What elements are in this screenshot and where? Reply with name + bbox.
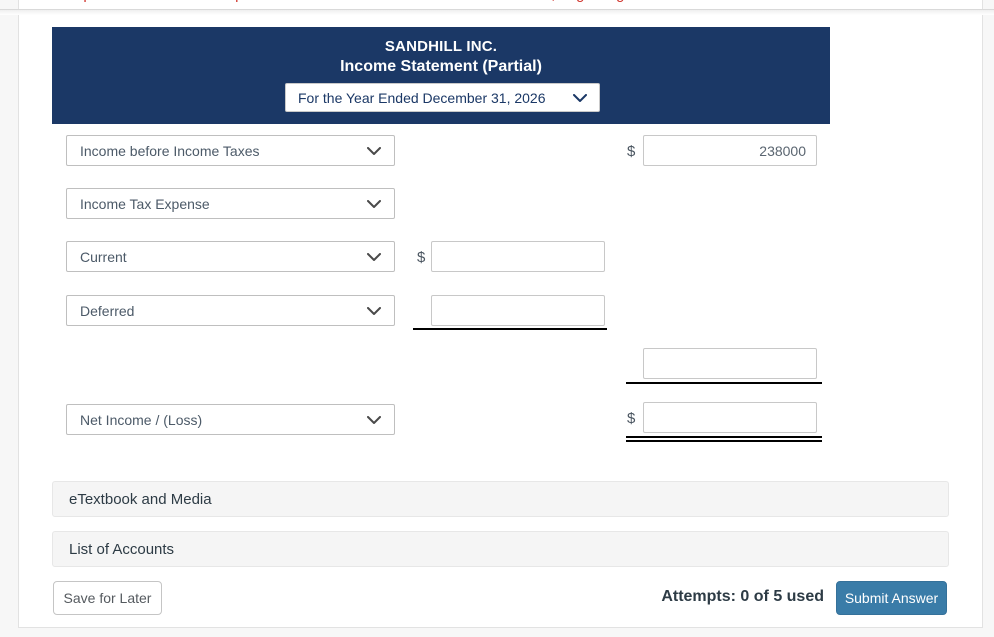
attempts-counter: Attempts: 0 of 5 used	[661, 588, 824, 605]
period-select-value: For the Year Ended December 31, 2026	[298, 89, 546, 106]
chevron-down-icon	[367, 252, 381, 261]
account-select-income-tax-expense[interactable]: Income Tax Expense	[66, 188, 395, 219]
save-for-later-button[interactable]: Save for Later	[53, 581, 162, 615]
account-select-net-income-loss[interactable]: Net Income / (Loss)	[66, 404, 395, 435]
statement-header: SANDHILL INC. Income Statement (Partial)…	[52, 27, 830, 124]
account-select-income-before-taxes[interactable]: Income before Income Taxes	[66, 135, 395, 166]
chevron-down-icon	[367, 415, 381, 424]
section-label: eTextbook and Media	[69, 490, 212, 508]
chevron-down-icon	[367, 199, 381, 208]
amount-input-income-before-taxes[interactable]	[643, 135, 817, 166]
total-double-underline	[626, 436, 822, 442]
clipped-instruction-text: Prepare the income tax expense section o…	[60, 0, 960, 6]
dollar-sign: $	[627, 143, 636, 160]
instruction-text: Prepare the income tax expense section o…	[60, 0, 960, 5]
account-select-label: Net Income / (Loss)	[80, 411, 203, 428]
etextbook-media-section[interactable]: eTextbook and Media	[52, 481, 949, 517]
dollar-sign: $	[417, 249, 426, 266]
account-select-deferred[interactable]: Deferred	[66, 295, 395, 326]
section-label: List of Accounts	[69, 540, 175, 558]
page-background: Prepare the income tax expense section o…	[0, 0, 994, 637]
chevron-down-icon	[367, 146, 381, 155]
amount-input-current[interactable]	[431, 241, 605, 272]
company-name: SANDHILL INC.	[384, 38, 498, 55]
amount-input-net-income[interactable]	[643, 402, 817, 433]
chevron-down-icon	[573, 93, 587, 102]
account-select-label: Income before Income Taxes	[80, 142, 260, 159]
amount-input-total-tax-expense[interactable]	[643, 348, 817, 379]
list-of-accounts-section[interactable]: List of Accounts	[52, 531, 949, 567]
account-select-label: Current	[80, 248, 127, 265]
amount-input-deferred[interactable]	[431, 295, 605, 326]
account-select-label: Income Tax Expense	[80, 195, 210, 212]
subtotal-underline	[626, 382, 822, 384]
chevron-down-icon	[367, 306, 381, 315]
period-select[interactable]: For the Year Ended December 31, 2026	[285, 83, 600, 112]
account-select-label: Deferred	[80, 302, 135, 319]
subtotal-underline	[413, 328, 607, 330]
top-divider-shadow	[0, 10, 994, 15]
submit-answer-button[interactable]: Submit Answer	[836, 581, 947, 615]
statement-title: Income Statement (Partial)	[340, 58, 542, 75]
dollar-sign: $	[627, 410, 636, 427]
account-select-current[interactable]: Current	[66, 241, 395, 272]
